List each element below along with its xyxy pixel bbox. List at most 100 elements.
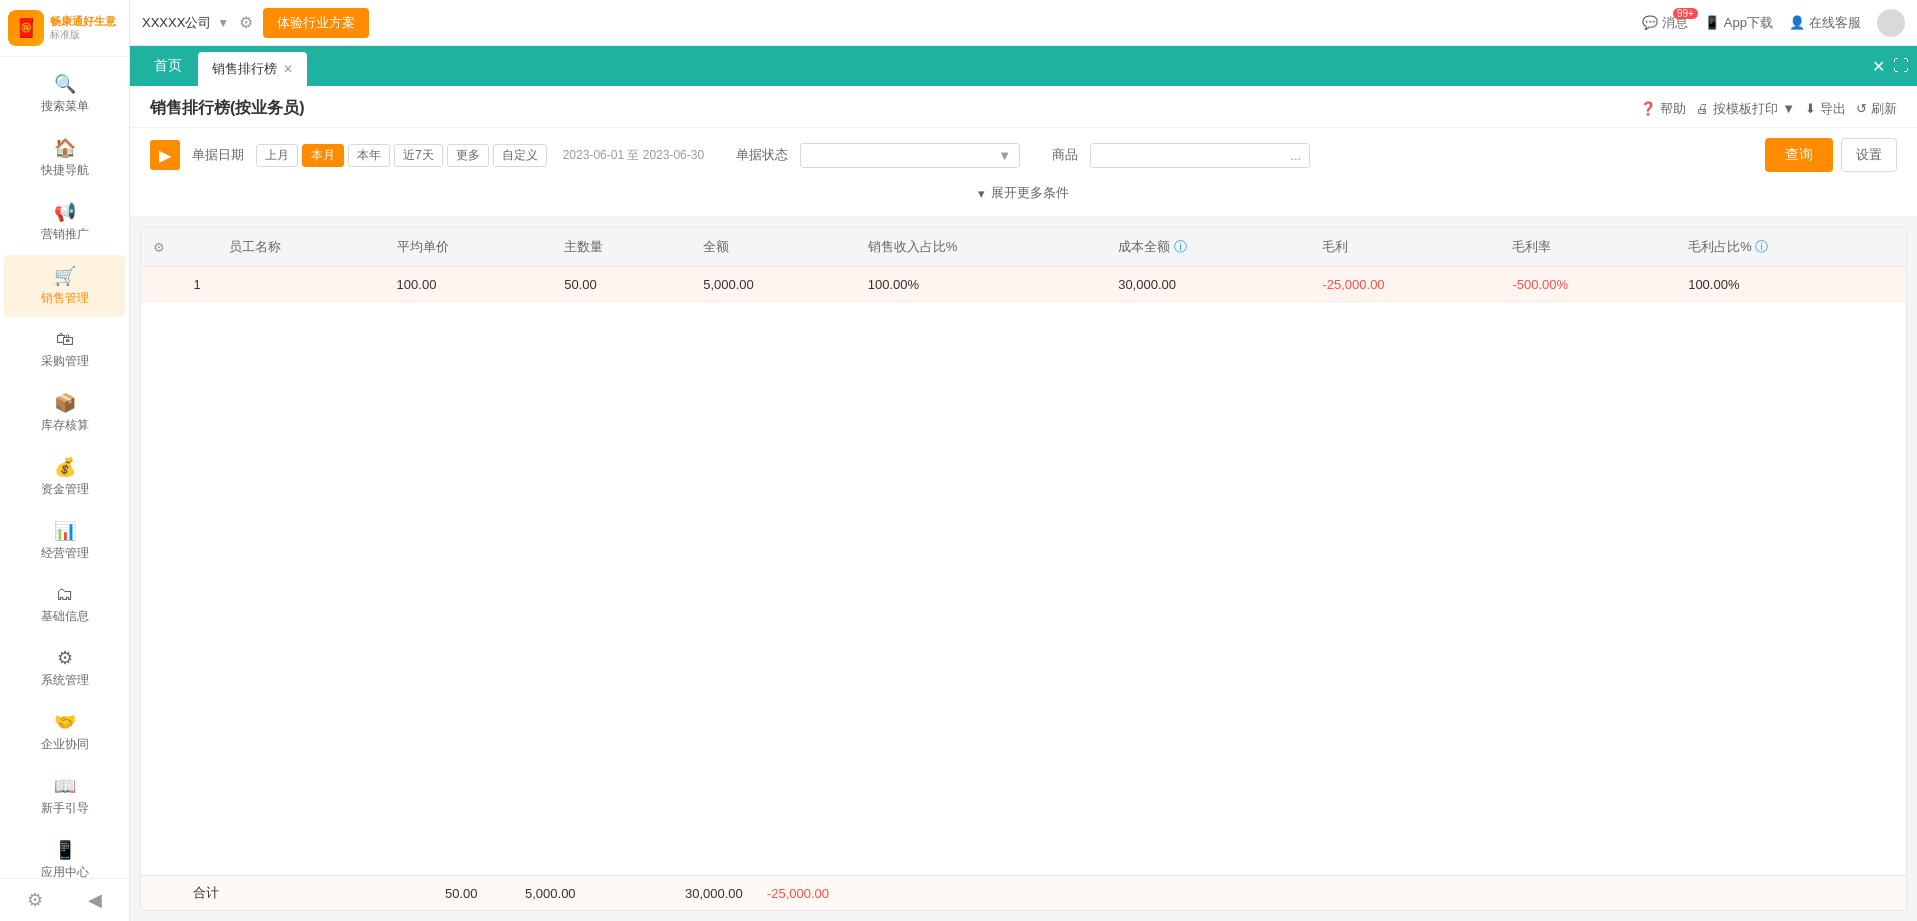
message-button[interactable]: 💬 消息 99+	[1642, 14, 1688, 32]
date-btn-上月[interactable]: 上月	[256, 144, 298, 167]
table-head: ⚙ 员工名称 平均单价 主数量 全额 销售收入占比% 成本全额 ⓘ 毛利 毛利率…	[141, 228, 1906, 267]
td-gross-ratio-0: 100.00%	[1676, 267, 1906, 303]
topbar-gear-icon[interactable]: ⚙	[239, 13, 253, 32]
topbar: XXXXX公司 ▼ ⚙ 体验行业方案 💬 消息 99+ 📱 App下载 👤 在线…	[130, 0, 1917, 46]
col-name: 员工名称	[217, 228, 385, 267]
sidebar-item-sales[interactable]: 🛒销售管理	[4, 255, 125, 317]
date-btn-本月[interactable]: 本月	[302, 144, 344, 167]
col-settings: ⚙	[141, 228, 177, 267]
sidebar-label-guide: 新手引导	[41, 800, 89, 817]
goods-selector[interactable]: ...	[1090, 143, 1310, 168]
user-avatar[interactable]	[1877, 9, 1905, 37]
print-icon: 🖨	[1696, 101, 1709, 116]
sidebar-label-search: 搜索菜单	[41, 98, 89, 115]
print-button[interactable]: 🖨 按模板打印 ▼	[1696, 100, 1795, 118]
date-btn-更多[interactable]: 更多	[447, 144, 489, 167]
app-download-button[interactable]: 📱 App下载	[1704, 14, 1773, 32]
purchase-icon: 🛍	[56, 329, 74, 350]
tab-close-window-icon[interactable]: ✕	[1872, 57, 1885, 76]
app-name: 畅康通好生意	[50, 14, 116, 28]
expand-more-btn[interactable]: ▾ 展开更多条件	[150, 180, 1897, 206]
help-button[interactable]: ❓ 帮助	[1640, 100, 1686, 118]
gross-ratio-info-icon[interactable]: ⓘ	[1755, 239, 1768, 254]
sidebar-item-apps[interactable]: 📱应用中心	[4, 829, 125, 878]
goods-more-icon: ...	[1290, 148, 1301, 163]
sidebar-item-operations[interactable]: 📊 经营管理	[4, 510, 125, 572]
app-sub: 标准版	[50, 28, 116, 42]
td-cost-0: 30,000.00	[1106, 267, 1310, 303]
sidebar-label-operations: 经营管理	[41, 545, 89, 562]
sidebar-item-system[interactable]: ⚙ 系统管理	[4, 637, 125, 699]
td-amount-0: 5,000.00	[691, 267, 856, 303]
export-button[interactable]: ⬇ 导出	[1805, 100, 1846, 118]
company-selector[interactable]: XXXXX公司 ▼	[142, 14, 229, 32]
sidebar-item-marketing[interactable]: 📢 营销推广	[4, 191, 125, 253]
sidebar-label-purchase: 采购管理	[41, 353, 89, 370]
td-quantity-0: 50.00	[552, 267, 691, 303]
marketing-icon: 📢	[54, 201, 76, 223]
footer-gross-profit: -25,000.00	[755, 886, 841, 901]
sidebar-logo-text-block: 畅康通好生意 标准版	[50, 14, 116, 42]
sidebar-item-basic[interactable]: 🗂基础信息	[4, 574, 125, 635]
service-button[interactable]: 👤 在线客服	[1789, 14, 1861, 32]
sidebar-item-shortcut[interactable]: 🏠快捷导航	[4, 127, 125, 189]
td-gross-profit-0: -25,000.00	[1310, 267, 1500, 303]
date-btn-本年[interactable]: 本年	[348, 144, 390, 167]
sidebar-item-cooperation[interactable]: 🤝企业协同	[4, 701, 125, 763]
sidebar-label-inventory: 库存核算	[41, 417, 89, 434]
sidebar-item-purchase[interactable]: 🛍 采购管理	[4, 319, 125, 380]
cooperation-icon: 🤝	[54, 711, 76, 733]
tab-home[interactable]: 首页	[138, 46, 198, 86]
trial-button[interactable]: 体验行业方案	[263, 8, 369, 38]
footer-avg-price	[353, 886, 433, 901]
sidebar-label-marketing: 营销推广	[41, 226, 89, 243]
help-icon: ❓	[1640, 101, 1656, 116]
sidebar-item-guide[interactable]: 📖新手引导	[4, 765, 125, 827]
td-rank-0: 1	[177, 267, 217, 303]
sidebar: 🧧 畅康通好生意 标准版 🔍搜索菜单🏠快捷导航 📢 营销推广 🛒销售管理 🛍 采购管理 📦库…	[0, 0, 130, 921]
sidebar-label-finance: 资金管理	[41, 481, 89, 498]
td-name-0	[217, 267, 385, 303]
operations-icon: 📊	[54, 520, 76, 542]
status-dropdown-icon: ▼	[998, 148, 1011, 163]
status-select[interactable]: ▼	[800, 143, 1020, 168]
sidebar-item-finance[interactable]: 💰资金管理	[4, 446, 125, 508]
export-icon: ⬇	[1805, 101, 1816, 116]
sales-table: ⚙ 员工名称 平均单价 主数量 全额 销售收入占比% 成本全额 ⓘ 毛利 毛利率…	[141, 228, 1906, 303]
sidebar-item-inventory[interactable]: 📦库存核算	[4, 382, 125, 444]
tabbar: 首页 销售排行榜 ✕ ✕ ⛶	[130, 46, 1917, 86]
col-settings-icon[interactable]: ⚙	[153, 240, 165, 255]
setting-button[interactable]: 设置	[1841, 138, 1897, 172]
sidebar-label-system: 系统管理	[41, 672, 89, 689]
expand-icon: ▾	[978, 186, 985, 201]
table-body: 1 100.00 50.00 5,000.00 100.00% 30,000.0…	[141, 267, 1906, 303]
td-gross-rate-0: -500.00%	[1500, 267, 1676, 303]
sidebar-item-search[interactable]: 🔍搜索菜单	[4, 63, 125, 125]
sidebar-logo: 🧧 畅康通好生意 标准版	[0, 0, 129, 57]
date-btn-近7天[interactable]: 近7天	[394, 144, 443, 167]
sidebar-label-shortcut: 快捷导航	[41, 162, 89, 179]
col-cost: 成本全额 ⓘ	[1106, 228, 1310, 267]
message-badge: 99+	[1673, 8, 1698, 19]
footer-cells: 50.00 5,000.00 30,000.00 -25,000.00	[353, 886, 1894, 901]
collapse-icon[interactable]: ◀	[88, 889, 102, 911]
filter-expand-arrow[interactable]: ▶	[150, 140, 180, 170]
refresh-button[interactable]: ↺ 刷新	[1856, 100, 1897, 118]
query-button[interactable]: 查询	[1765, 138, 1833, 172]
sales-icon: 🛒	[54, 265, 76, 287]
table-wrapper: ⚙ 员工名称 平均单价 主数量 全额 销售收入占比% 成本全额 ⓘ 毛利 毛利率…	[141, 228, 1906, 875]
print-dropdown-icon: ▼	[1782, 101, 1795, 116]
tab-maximize-icon[interactable]: ⛶	[1893, 57, 1909, 76]
table-container: ⚙ 员工名称 平均单价 主数量 全额 销售收入占比% 成本全额 ⓘ 毛利 毛利率…	[140, 227, 1907, 911]
cost-info-icon[interactable]: ⓘ	[1174, 239, 1187, 254]
footer-amount: 5,000.00	[513, 886, 593, 901]
tab-close-icon[interactable]: ✕	[283, 62, 293, 76]
tab-sales-ranking[interactable]: 销售排行榜 ✕	[198, 52, 307, 86]
col-gross-rate: 毛利率	[1500, 228, 1676, 267]
table-header-row: ⚙ 员工名称 平均单价 主数量 全额 销售收入占比% 成本全额 ⓘ 毛利 毛利率…	[141, 228, 1906, 267]
main-area: XXXXX公司 ▼ ⚙ 体验行业方案 💬 消息 99+ 📱 App下载 👤 在线…	[130, 0, 1917, 921]
date-btn-自定义[interactable]: 自定义	[493, 144, 547, 167]
settings-bottom-icon[interactable]: ⚙	[27, 889, 43, 911]
system-icon: ⚙	[57, 647, 73, 669]
td-avg-price-0: 100.00	[385, 267, 553, 303]
